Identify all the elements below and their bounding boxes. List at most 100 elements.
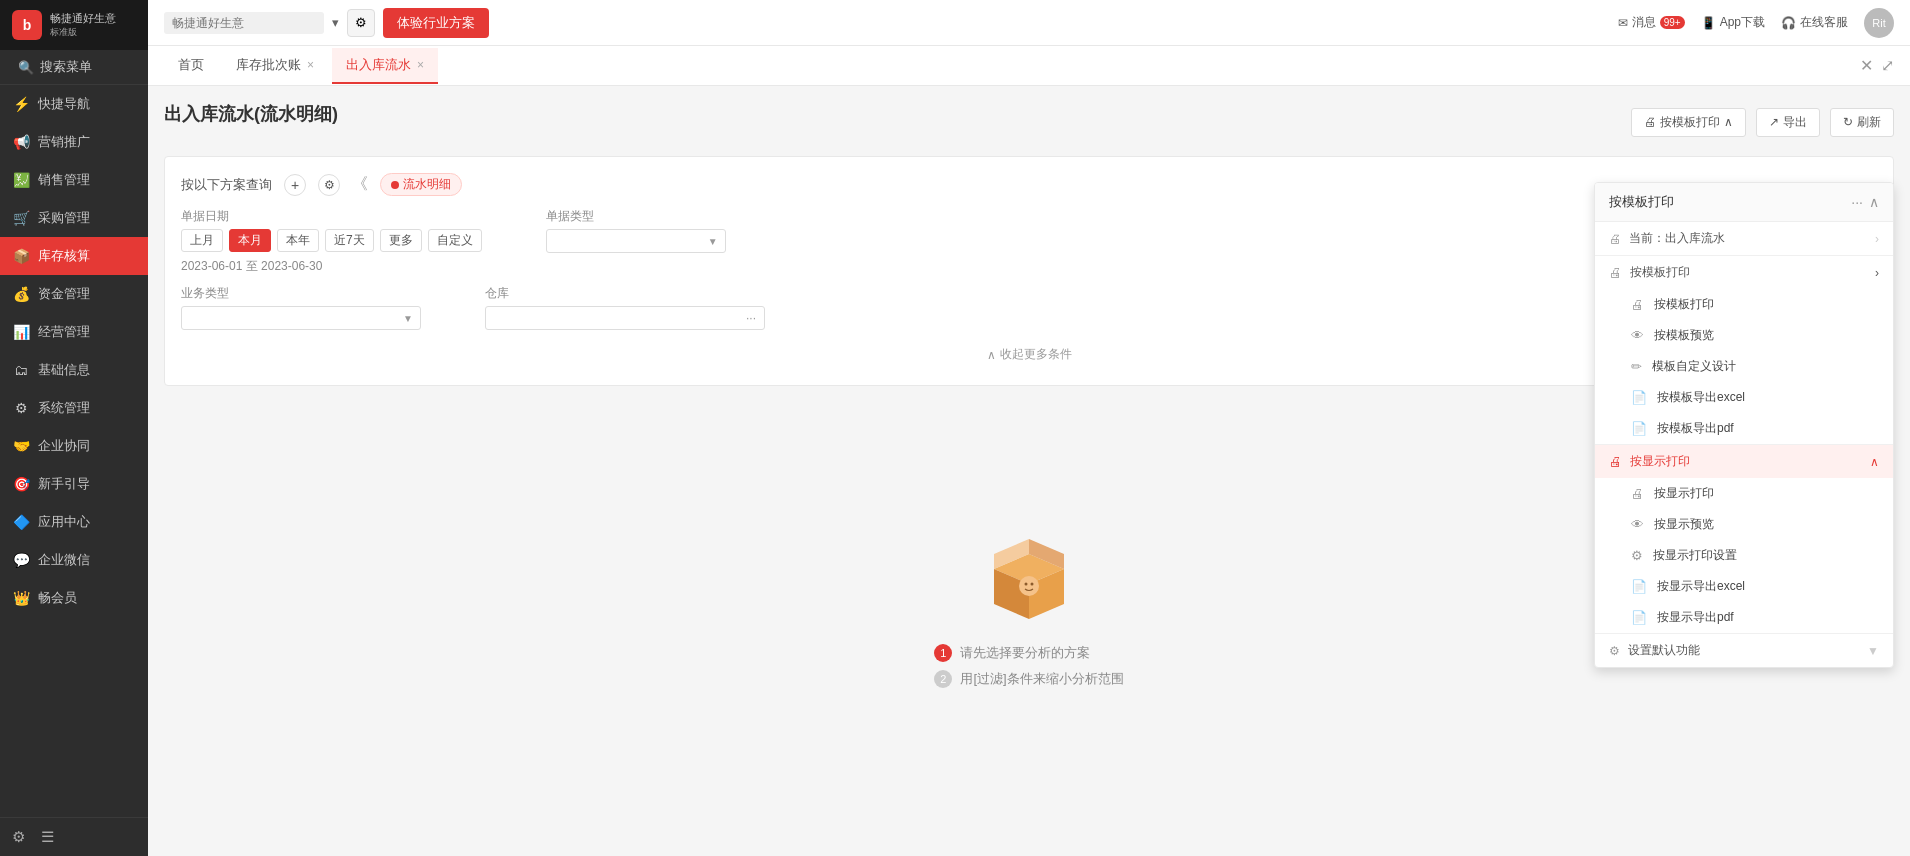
sidebar-item-label: 企业协同	[38, 437, 136, 455]
header-settings-btn[interactable]: ⚙	[347, 9, 375, 37]
phone-icon: 📱	[1701, 16, 1716, 30]
filter-type-label: 单据类型	[546, 208, 726, 225]
trial-btn[interactable]: 体验行业方案	[383, 8, 489, 38]
dropdown-item-display-settings[interactable]: ⚙ 按显示打印设置	[1595, 540, 1893, 571]
sidebar-item-system[interactable]: ⚙ 系统管理	[0, 389, 148, 427]
filter-business-select[interactable]	[181, 306, 421, 330]
tab-home[interactable]: 首页	[164, 48, 218, 84]
tab-maximize-btn[interactable]: ⤢	[1881, 56, 1894, 75]
sidebar-item-finance[interactable]: 💰 资金管理	[0, 275, 148, 313]
sidebar-item-basics[interactable]: 🗂 基础信息	[0, 351, 148, 389]
filter-date-field: 单据日期 上月 本月 本年 近7天 更多 自定义 2023-06-01 至 20…	[181, 208, 482, 275]
date-btn-last-month[interactable]: 上月	[181, 229, 223, 252]
dropdown-section-template-header[interactable]: 🖨 按模板打印 ›	[1595, 256, 1893, 289]
sidebar-item-label: 采购管理	[38, 209, 136, 227]
dropdown-item-template-excel[interactable]: 📄 按模板导出excel	[1595, 382, 1893, 413]
dropdown-section-display-header[interactable]: 🖨 按显示打印 ∧	[1595, 445, 1893, 478]
filter-add-btn[interactable]: +	[284, 174, 306, 196]
tab-batch[interactable]: 库存批次账 ×	[222, 48, 328, 84]
date-btn-7days[interactable]: 近7天	[325, 229, 374, 252]
printer-icon2: 🖨	[1609, 265, 1622, 280]
svg-point-7	[1031, 583, 1034, 586]
filter-date-label: 单据日期	[181, 208, 482, 225]
date-btn-this-month[interactable]: 本月	[229, 229, 271, 252]
date-btn-this-year[interactable]: 本年	[277, 229, 319, 252]
tab-flow[interactable]: 出入库流水 ×	[332, 48, 438, 84]
dropdown-dots-btn[interactable]: ···	[1851, 194, 1863, 210]
dropdown-item-template-pdf[interactable]: 📄 按模板导出pdf	[1595, 413, 1893, 444]
pdf-icon: 📄	[1631, 421, 1647, 436]
tab-close-btn[interactable]: ✕	[1860, 56, 1873, 75]
printer-icon4: 🖨	[1609, 454, 1622, 469]
logo-icon: b	[12, 10, 42, 40]
print-template-btn[interactable]: 🖨 按模板打印 ∧	[1631, 108, 1746, 137]
filter-type-select-wrap: ▼	[546, 229, 726, 253]
sidebar-item-member[interactable]: 👑 畅会员	[0, 579, 148, 617]
app-download-label: App下载	[1720, 14, 1765, 31]
printer-icon3: 🖨	[1631, 297, 1644, 312]
sidebar-item-sales[interactable]: 💹 销售管理	[0, 161, 148, 199]
headset-icon: 🎧	[1781, 16, 1796, 30]
refresh-icon: ↻	[1843, 115, 1853, 129]
wechat-icon: 💬	[12, 552, 30, 568]
excel-icon: 📄	[1631, 390, 1647, 405]
dropdown-item-display-pdf[interactable]: 📄 按显示导出pdf	[1595, 602, 1893, 633]
dropdown-current-item[interactable]: 🖨 当前：出入库流水 ›	[1595, 222, 1893, 256]
app-download-btn[interactable]: 📱 App下载	[1701, 14, 1765, 31]
dropdown-item-display-excel[interactable]: 📄 按显示导出excel	[1595, 571, 1893, 602]
sidebar-settings-icon[interactable]: ⚙	[12, 828, 25, 846]
dropdown-item-template-print[interactable]: 🖨 按模板打印	[1595, 289, 1893, 320]
breadcrumb-input[interactable]	[164, 12, 324, 34]
nav-dropdown-btn[interactable]: ▾	[332, 15, 339, 30]
basics-icon: 🗂	[12, 362, 30, 378]
date-btn-more[interactable]: 更多	[380, 229, 422, 252]
marketing-icon: 📢	[12, 134, 30, 150]
filter-chip[interactable]: 流水明细	[380, 173, 462, 196]
sidebar-item-wechat[interactable]: 💬 企业微信	[0, 541, 148, 579]
dropdown-chevron-btn[interactable]: ∧	[1869, 194, 1879, 210]
purchase-icon: 🛒	[12, 210, 30, 226]
date-btn-custom[interactable]: 自定义	[428, 229, 482, 252]
dropdown-item-template-preview[interactable]: 👁 按模板预览	[1595, 320, 1893, 351]
dropdown-item-template-custom[interactable]: ✏ 模板自定义设计	[1595, 351, 1893, 382]
user-avatar[interactable]: Rit	[1864, 8, 1894, 38]
inventory-icon: 📦	[12, 248, 30, 264]
sidebar-item-appstore[interactable]: 🔷 应用中心	[0, 503, 148, 541]
sidebar-item-quick-nav[interactable]: ⚡ 快捷导航	[0, 85, 148, 123]
sidebar-item-operations[interactable]: 📊 经营管理	[0, 313, 148, 351]
sidebar-menu-icon[interactable]: ☰	[41, 828, 54, 846]
dropdown-header: 按模板打印 ··· ∧	[1595, 183, 1893, 222]
filter-warehouse-input[interactable]: ···	[485, 306, 765, 330]
sidebar-item-marketing[interactable]: 📢 营销推广	[0, 123, 148, 161]
sidebar-search-item[interactable]: 🔍 搜索菜单	[0, 50, 148, 85]
tab-flow-close[interactable]: ×	[417, 58, 424, 72]
sidebar-item-label: 应用中心	[38, 513, 136, 531]
filter-date-group: 上月 本月 本年 近7天 更多 自定义	[181, 229, 482, 252]
sidebar-item-label: 基础信息	[38, 361, 136, 379]
filter-settings-btn[interactable]: ⚙	[318, 174, 340, 196]
user-name: Rit	[1872, 17, 1885, 29]
messages-btn[interactable]: ✉ 消息 99+	[1618, 14, 1685, 31]
sidebar-item-guide[interactable]: 🎯 新手引导	[0, 465, 148, 503]
filter-collapse-left-btn[interactable]: 《	[352, 174, 368, 195]
filter-type-select[interactable]	[546, 229, 726, 253]
dropdown-footer[interactable]: ⚙ 设置默认功能 ▼	[1595, 634, 1893, 667]
sidebar-item-inventory[interactable]: 📦 库存核算	[0, 237, 148, 275]
finance-icon: 💰	[12, 286, 30, 302]
dropdown-section-template-label: 🖨 按模板打印	[1609, 264, 1690, 281]
dropdown-item-display-print[interactable]: 🖨 按显示打印	[1595, 478, 1893, 509]
excel-icon2: 📄	[1631, 579, 1647, 594]
chevron-right-icon: ›	[1875, 232, 1879, 246]
dropdown-item-display-preview[interactable]: 👁 按显示预览	[1595, 509, 1893, 540]
customer-service-btn[interactable]: 🎧 在线客服	[1781, 14, 1848, 31]
chevron-up-icon: ∧	[1724, 115, 1733, 129]
messages-badge: 99+	[1660, 16, 1685, 29]
export-btn[interactable]: ↗ 导出	[1756, 108, 1820, 137]
empty-step2-text: 用[过滤]条件来缩小分析范围	[960, 670, 1123, 688]
tab-batch-close[interactable]: ×	[307, 58, 314, 72]
dropdown-footer-label: 设置默认功能	[1628, 642, 1700, 659]
refresh-btn[interactable]: ↻ 刷新	[1830, 108, 1894, 137]
sidebar-item-enterprise[interactable]: 🤝 企业协同	[0, 427, 148, 465]
sidebar-item-purchase[interactable]: 🛒 采购管理	[0, 199, 148, 237]
enterprise-icon: 🤝	[12, 438, 30, 454]
